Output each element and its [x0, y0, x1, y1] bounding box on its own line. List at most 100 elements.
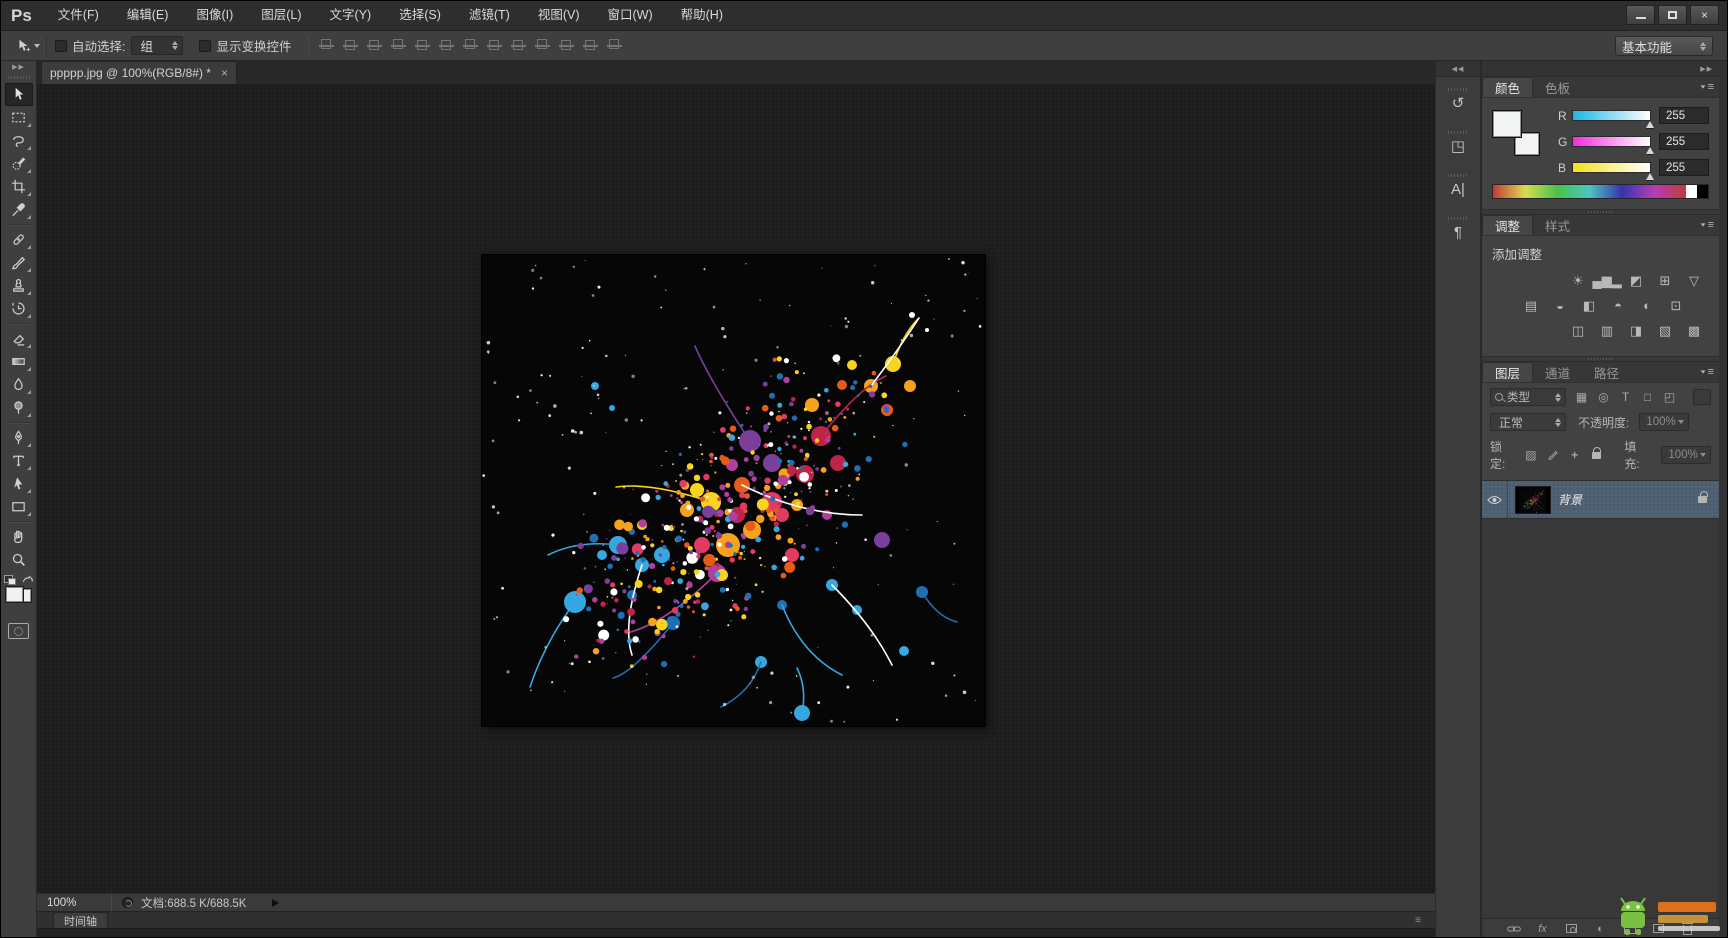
filter-smart-object-icon[interactable]: ◰ [1660, 389, 1679, 406]
menu-file[interactable]: 文件(F) [44, 1, 113, 30]
expand-panels-icon[interactable]: ◀◀ [1436, 61, 1480, 77]
filter-adjustment-layers-icon[interactable]: ◎ [1594, 389, 1613, 406]
color-balance-icon[interactable]: ◒ [1549, 296, 1571, 315]
sync-status-icon[interactable] [122, 897, 133, 908]
add-layer-mask-icon[interactable] [1564, 922, 1580, 936]
quick-mask-button[interactable] [8, 623, 29, 639]
brightness-contrast-icon[interactable]: ☀ [1567, 271, 1589, 290]
properties-panel-button[interactable]: ◳ [1438, 123, 1478, 163]
menu-help[interactable]: 帮助(H) [667, 1, 737, 30]
eraser-tool[interactable] [5, 327, 33, 350]
path-selection-tool[interactable] [5, 472, 33, 495]
hand-tool[interactable] [5, 525, 33, 548]
selective-color-icon[interactable]: ▩ [1683, 321, 1705, 340]
color-spectrum-ramp[interactable] [1492, 184, 1709, 199]
paragraph-panel-button[interactable]: ¶ [1438, 209, 1478, 249]
brush-tool[interactable] [5, 251, 33, 274]
timeline-grip-icon[interactable]: ≡ [1415, 915, 1421, 926]
blend-mode-dropdown[interactable]: 正常 [1490, 413, 1566, 431]
collapse-panels-icon[interactable]: ▶▶ [1482, 61, 1719, 77]
pen-tool[interactable] [5, 426, 33, 449]
tab-styles[interactable]: 样式 [1533, 215, 1582, 235]
tab-channels[interactable]: 通道 [1533, 362, 1582, 382]
green-slider[interactable] [1572, 136, 1654, 154]
lasso-tool[interactable] [5, 129, 33, 152]
tab-adjustments[interactable]: 调整 [1482, 215, 1534, 235]
photo-filter-icon[interactable]: ◓ [1607, 296, 1629, 315]
toolbar-collapse-icon[interactable]: ▶▶ [12, 63, 25, 73]
gradient-map-icon[interactable]: ▧ [1654, 321, 1676, 340]
layer-filter-toggle[interactable] [1693, 389, 1711, 405]
canvas-pasteboard[interactable] [37, 85, 1435, 893]
workspace-switcher-button[interactable]: 基本功能 [1615, 36, 1713, 56]
exposure-icon[interactable]: ⊞ [1654, 271, 1676, 290]
type-tool[interactable] [5, 449, 33, 472]
timeline-tab[interactable]: 时间轴 [53, 912, 108, 928]
threshold-icon[interactable]: ◨ [1625, 321, 1647, 340]
lock-transparency-icon[interactable]: ▨ [1523, 448, 1539, 463]
lock-paint-icon[interactable] [1545, 448, 1561, 463]
curves-icon[interactable]: ◩ [1625, 271, 1647, 290]
filter-shape-layers-icon[interactable]: □ [1638, 389, 1657, 406]
tab-layers[interactable]: 图层 [1482, 362, 1534, 382]
slider-thumb-icon[interactable] [1646, 173, 1654, 180]
rectangle-shape-tool[interactable] [5, 495, 33, 518]
link-layers-icon[interactable] [1506, 922, 1522, 936]
character-panel-button[interactable]: A| [1438, 166, 1478, 206]
black-swatch[interactable] [1697, 185, 1708, 198]
eyedropper-tool[interactable] [5, 198, 33, 221]
filter-kind-dropdown[interactable]: 类型 [1490, 388, 1566, 406]
layer-list-empty-area[interactable] [1482, 519, 1719, 918]
red-value-field[interactable]: 255 [1659, 107, 1709, 124]
menu-layer[interactable]: 图层(L) [247, 1, 315, 30]
menu-filter[interactable]: 滤镜(T) [455, 1, 524, 30]
swap-colors-icon[interactable] [21, 574, 34, 586]
opacity-dropdown[interactable]: 100% [1639, 413, 1690, 431]
default-colors-icon[interactable] [3, 575, 16, 585]
fill-dropdown[interactable]: 100% [1661, 446, 1711, 464]
menu-edit[interactable]: 编辑(E) [113, 1, 183, 30]
canvas-image[interactable] [482, 255, 985, 726]
vibrance-icon[interactable]: ▽ [1683, 271, 1705, 290]
tab-color[interactable]: 颜色 [1482, 77, 1534, 97]
menu-view[interactable]: 视图(V) [524, 1, 594, 30]
slider-thumb-icon[interactable] [1646, 147, 1654, 154]
spot-healing-brush-tool[interactable] [5, 228, 33, 251]
spectrum-gradient[interactable] [1493, 185, 1686, 198]
zoom-level-field[interactable]: 100% [43, 897, 83, 909]
menu-select[interactable]: 选择(S) [385, 1, 455, 30]
lock-all-icon[interactable] [1589, 446, 1605, 463]
auto-select-checkbox[interactable] [55, 39, 67, 52]
lock-position-icon[interactable]: + [1567, 448, 1583, 463]
filter-type-layers-icon[interactable]: T [1616, 389, 1635, 406]
color-lookup-icon[interactable]: ⊡ [1665, 296, 1687, 315]
panel-menu-icon[interactable]: ≡ [1700, 81, 1714, 93]
quick-selection-tool[interactable] [5, 152, 33, 175]
menu-image[interactable]: 图像(I) [182, 1, 247, 30]
clone-stamp-tool[interactable] [5, 274, 33, 297]
foreground-color-swatch[interactable] [1492, 110, 1522, 138]
black-white-icon[interactable]: ◧ [1578, 296, 1600, 315]
blue-value-field[interactable]: 255 [1659, 159, 1709, 176]
minimize-button[interactable] [1626, 5, 1655, 25]
crop-tool[interactable] [5, 175, 33, 198]
slider-thumb-icon[interactable] [1646, 121, 1654, 128]
invert-icon[interactable]: ◫ [1567, 321, 1589, 340]
layer-thumbnail[interactable] [1515, 485, 1551, 514]
toolbar-grip[interactable] [7, 76, 30, 79]
filter-pixel-layers-icon[interactable]: ▦ [1572, 389, 1591, 406]
document-tab[interactable]: ppppp.jpg @ 100%(RGB/8#) * × [41, 61, 237, 84]
hue-saturation-icon[interactable]: ▤ [1520, 296, 1542, 315]
auto-select-target-dropdown[interactable]: 组 [131, 36, 184, 55]
panel-menu-icon[interactable]: ≡ [1700, 219, 1714, 231]
rectangular-marquee-tool[interactable] [5, 106, 33, 129]
menu-window[interactable]: 窗口(W) [594, 1, 667, 30]
blur-tool[interactable] [5, 373, 33, 396]
gradient-tool[interactable] [5, 350, 33, 373]
green-value-field[interactable]: 255 [1659, 133, 1709, 150]
dodge-tool[interactable] [5, 396, 33, 419]
maximize-button[interactable] [1658, 5, 1687, 25]
foreground-color-swatch[interactable] [4, 586, 24, 603]
show-transform-checkbox[interactable] [199, 39, 212, 52]
layer-visibility-toggle[interactable] [1482, 481, 1508, 518]
